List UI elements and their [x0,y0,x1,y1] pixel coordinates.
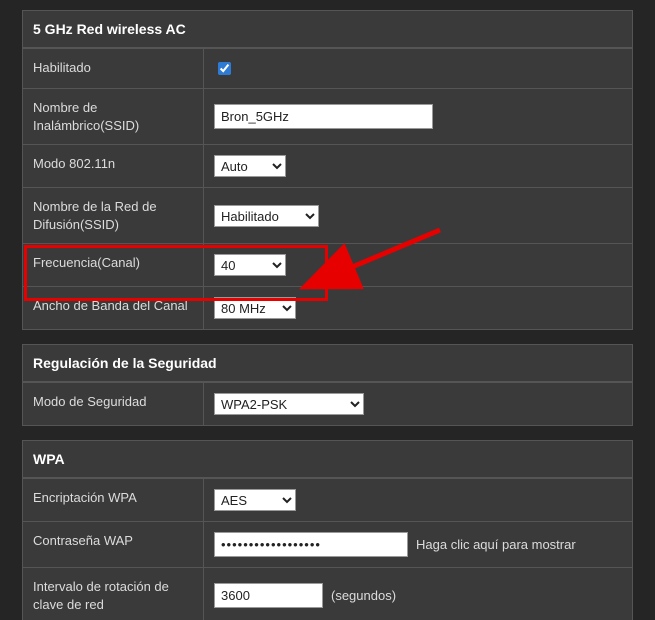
label-80211-mode: Modo 802.11n [23,145,204,187]
label-wpa-encryption: Encriptación WPA [23,479,204,521]
input-key-rotation[interactable] [214,583,323,608]
label-security-mode: Modo de Seguridad [23,383,204,425]
label-frequency: Frecuencia(Canal) [23,244,204,286]
section-title-security: Regulación de la Seguridad [23,345,632,382]
row-wap-password: Contraseña WAP •••••••••••••••••• Haga c… [23,521,632,567]
unit-seconds: (segundos) [331,588,396,603]
input-wap-password[interactable]: •••••••••••••••••• [214,532,408,557]
label-ssid: Nombre de Inalámbrico(SSID) [23,89,204,144]
row-enabled: Habilitado [23,48,632,88]
row-broadcast-ssid: Nombre de la Red de Difusión(SSID) Habil… [23,187,632,243]
input-ssid[interactable] [214,104,433,129]
select-broadcast-ssid[interactable]: Habilitado [214,205,319,227]
panel-5ghz-wireless: 5 GHz Red wireless AC Habilitado Nombre … [22,10,633,330]
section-title-5ghz: 5 GHz Red wireless AC [23,11,632,48]
select-channel-bandwidth[interactable]: 80 MHz [214,297,296,319]
label-broadcast-ssid: Nombre de la Red de Difusión(SSID) [23,188,204,243]
section-title-wpa: WPA [23,441,632,478]
row-channel-bandwidth: Ancho de Banda del Canal 80 MHz [23,286,632,329]
select-wpa-encryption[interactable]: AES [214,489,296,511]
row-80211-mode: Modo 802.11n Auto [23,144,632,187]
select-security-mode[interactable]: WPA2-PSK [214,393,364,415]
row-security-mode: Modo de Seguridad WPA2-PSK [23,382,632,425]
checkbox-enabled[interactable] [218,62,231,75]
panel-wpa: WPA Encriptación WPA AES Contraseña WAP … [22,440,633,620]
label-enabled: Habilitado [23,49,204,88]
label-key-rotation: Intervalo de rotación de clave de red [23,568,204,620]
select-frequency-channel[interactable]: 40 [214,254,286,276]
label-wap-password: Contraseña WAP [23,522,204,567]
row-frequency-channel: Frecuencia(Canal) 40 [23,243,632,286]
panel-security: Regulación de la Seguridad Modo de Segur… [22,344,633,426]
row-ssid: Nombre de Inalámbrico(SSID) [23,88,632,144]
hint-show-password[interactable]: Haga clic aquí para mostrar [416,537,576,552]
row-wpa-encryption: Encriptación WPA AES [23,478,632,521]
select-80211-mode[interactable]: Auto [214,155,286,177]
label-channel-bandwidth: Ancho de Banda del Canal [23,287,204,329]
row-key-rotation: Intervalo de rotación de clave de red (s… [23,567,632,620]
